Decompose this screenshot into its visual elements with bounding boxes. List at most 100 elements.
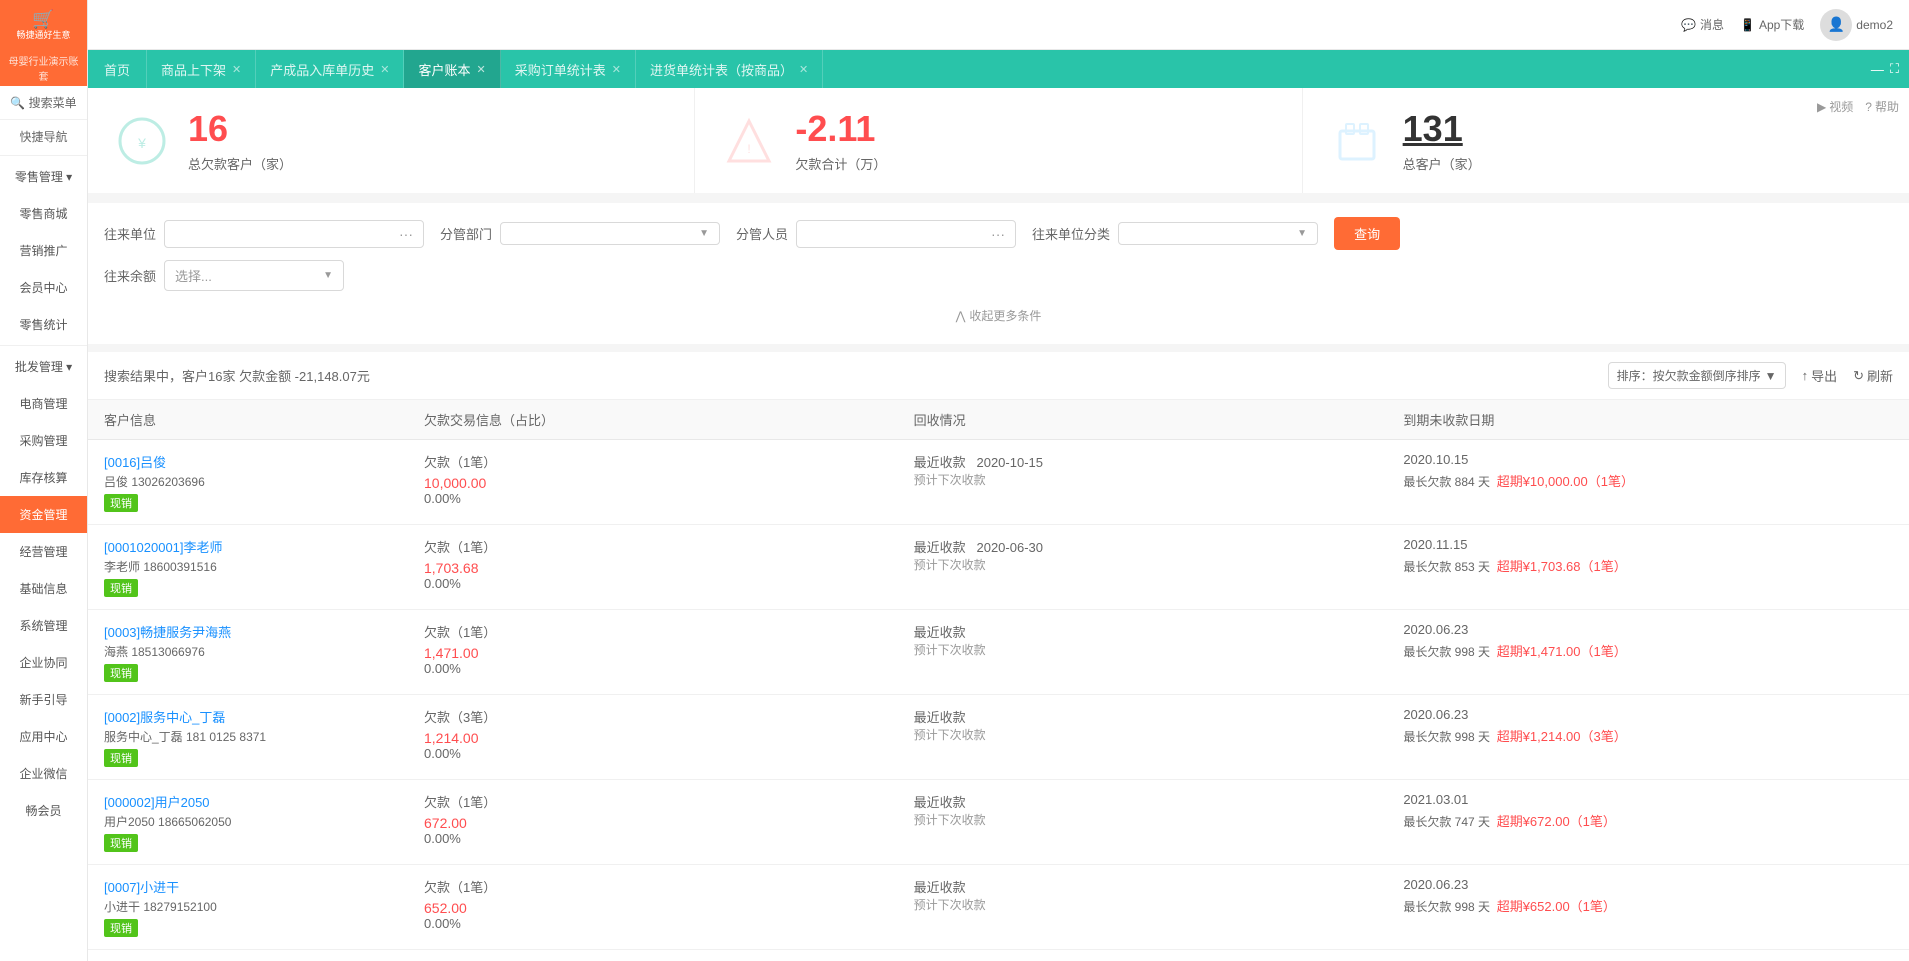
debt-amount-label: 欠款合计（万）: [795, 154, 1277, 173]
debt-amount-value: 10,000.00: [424, 475, 914, 491]
sidebar-item-system[interactable]: 系统管理: [0, 607, 87, 644]
tab-close-icon[interactable]: ✕: [477, 63, 486, 76]
view-video-btn[interactable]: ▶ 视频: [1817, 98, 1853, 115]
sidebar-item-member[interactable]: 会员中心: [0, 269, 87, 306]
total-customers-icon: [1327, 111, 1387, 171]
sidebar-item-purchase[interactable]: 采购管理: [0, 422, 87, 459]
sidebar-item-newbie[interactable]: 新手引导: [0, 681, 87, 718]
tab-purchase-order[interactable]: 采购订单统计表 ✕: [501, 50, 636, 88]
collapse-button[interactable]: ⋀ 收起更多条件: [104, 301, 1893, 330]
sidebar-item-retail-mgmt[interactable]: 零售管理 ▾: [0, 158, 87, 195]
sidebar-item-ops[interactable]: 经营管理: [0, 533, 87, 570]
col-header-return: 回收情况: [914, 410, 1404, 429]
result-actions: 排序：按欠款金额倒序排序 ▼ ↑ 导出 ↻ 刷新: [1608, 362, 1893, 389]
tab-home[interactable]: 首页: [88, 50, 147, 88]
overdue-detail-link[interactable]: 超期¥1,214.00（3笔）: [1497, 729, 1627, 744]
debt-customers-count: 16: [188, 108, 670, 150]
sidebar-item-batch-mgmt[interactable]: 批发管理 ▾: [0, 348, 87, 385]
unit-class-input[interactable]: ▼: [1118, 222, 1318, 245]
tab-customer-account[interactable]: 客户账本 ✕: [404, 50, 500, 88]
tab-minimize-icon[interactable]: —: [1871, 62, 1884, 77]
debt-info: 欠款（1笔） 672.00 0.00%: [424, 792, 914, 846]
debt-customers-icon: ¥: [112, 111, 172, 171]
debt-amount-value: 652.00: [424, 900, 914, 916]
refresh-button[interactable]: ↻ 刷新: [1853, 366, 1893, 385]
sidebar-item-ecommerce[interactable]: 电商管理: [0, 385, 87, 422]
debt-amount-value: 1,703.68: [424, 560, 914, 576]
search-icon: 🔍: [10, 96, 25, 110]
staff-input[interactable]: ···: [796, 220, 1016, 248]
debt-amount-value: -2.11: [795, 108, 1277, 150]
unit-class-dropdown-icon: ▼: [1297, 228, 1307, 239]
tab-close-icon[interactable]: ✕: [232, 63, 241, 76]
tab-home-label: 首页: [104, 60, 130, 79]
overdue-detail-link[interactable]: 超期¥672.00（1笔）: [1497, 814, 1616, 829]
customer-name-link[interactable]: [0016]吕俊: [104, 452, 424, 471]
overdue-detail-link[interactable]: 超期¥1,471.00（1笔）: [1497, 644, 1627, 659]
search-menu[interactable]: 🔍 搜索菜单: [0, 86, 87, 120]
user-avatar[interactable]: 👤 demo2: [1820, 9, 1893, 41]
overdue-detail-link[interactable]: 超期¥1,703.68（1笔）: [1497, 559, 1627, 574]
return-info: 最近收款 预计下次收款: [914, 877, 1404, 913]
due-date-info: 2020.06.23 最长欠款 998 天 超期¥1,471.00（1笔）: [1403, 622, 1893, 660]
debt-info: 欠款（1笔） 1,471.00 0.00%: [424, 622, 914, 676]
overdue-detail-link[interactable]: 超期¥10,000.00（1笔）: [1497, 474, 1634, 489]
sidebar-item-marketing[interactable]: 营销推广: [0, 232, 87, 269]
tab-purchase-stats[interactable]: 进货单统计表（按商品） ✕: [636, 50, 823, 88]
sidebar-item-app-center[interactable]: 应用中心: [0, 718, 87, 755]
help-btn[interactable]: ? 帮助: [1865, 98, 1899, 115]
sidebar-item-label: 库存核算: [19, 471, 67, 485]
tab-product-status[interactable]: 商品上下架 ✕: [147, 50, 256, 88]
sidebar-item-label: 系统管理: [19, 619, 67, 633]
from-unit-input[interactable]: ···: [164, 220, 424, 248]
tab-bar: 首页 商品上下架 ✕ 产成品入库单历史 ✕ 客户账本 ✕ 采购订单统计表 ✕ 进…: [88, 50, 1909, 88]
sidebar-item-retail-mall[interactable]: 零售商城: [0, 195, 87, 232]
sidebar-item-corp-wechat[interactable]: 企业微信: [0, 755, 87, 792]
customer-name-link[interactable]: [0003]畅捷服务尹海燕: [104, 622, 424, 641]
tab-close-icon[interactable]: ✕: [799, 63, 808, 76]
customer-name-link[interactable]: [0007]小进干: [104, 877, 424, 896]
sidebar-item-inventory[interactable]: 库存核算: [0, 459, 87, 496]
customer-name-link[interactable]: [0001020001]李老师: [104, 537, 424, 556]
tab-product-history[interactable]: 产成品入库单历史 ✕: [256, 50, 404, 88]
dept-input[interactable]: ▼: [500, 222, 720, 245]
debt-info: 欠款（1笔） 652.00 0.00%: [424, 877, 914, 931]
customer-info: [000002]用户2050 用户2050 18665062050 现销: [104, 792, 424, 852]
table-row: [0006]去下粮仓 陈小希 现销 欠款（1笔） 455.90 0.00% 最近…: [88, 950, 1909, 961]
customer-info: [0007]小进干 小进干 18279152100 现销: [104, 877, 424, 937]
search-button[interactable]: 查询: [1334, 217, 1400, 250]
sidebar-item-label: 电商管理: [19, 397, 67, 411]
topbar: 💬 消息 📱 App下载 👤 demo2: [88, 0, 1909, 50]
stat-total-customers: 131 总客户（家） ▶ 视频 ? 帮助: [1303, 88, 1909, 193]
sidebar-item-label: 企业微信: [19, 767, 67, 781]
customer-phone: 李老师 18600391516: [104, 558, 424, 575]
sidebar-item-basic-info[interactable]: 基础信息: [0, 570, 87, 607]
due-date-info: 2021.03.01 最长欠款 747 天 超期¥672.00（1笔）: [1403, 792, 1893, 830]
tab-maximize-icon[interactable]: ⛶: [1890, 61, 1899, 77]
sidebar-item-retail-stats[interactable]: 零售统计: [0, 306, 87, 343]
sidebar-item-corp-collab[interactable]: 企业协同: [0, 644, 87, 681]
customer-phone: 小进干 18279152100: [104, 898, 424, 915]
quick-nav[interactable]: 快捷导航: [0, 120, 87, 153]
from-unit-label: 往来单位: [104, 224, 156, 243]
total-customers-label: 总客户（家）: [1403, 154, 1885, 173]
tab-label: 产成品入库单历史: [270, 60, 374, 79]
overdue-detail-link[interactable]: 超期¥652.00（1笔）: [1497, 899, 1616, 914]
tab-close-icon[interactable]: ✕: [612, 63, 621, 76]
sidebar-item-vip[interactable]: 畅会员: [0, 792, 87, 829]
export-button[interactable]: ↑ 导出: [1802, 366, 1838, 385]
message-icon[interactable]: 💬 消息: [1681, 16, 1724, 33]
customer-tag: 现销: [104, 664, 138, 682]
tab-close-icon[interactable]: ✕: [380, 63, 389, 76]
sidebar-item-label: 经营管理: [19, 545, 67, 559]
balance-select[interactable]: 选择... ▼: [164, 260, 344, 291]
customer-name-link[interactable]: [000002]用户2050: [104, 792, 424, 811]
export-icon: ↑: [1802, 368, 1809, 383]
sidebar-item-finance[interactable]: 资金管理: [0, 496, 87, 533]
customer-tag: 现销: [104, 834, 138, 852]
customer-name-link[interactable]: [0002]服务中心_丁磊: [104, 707, 424, 726]
due-date-info: 2020.06.23 最长欠款 998 天 超期¥652.00（1笔）: [1403, 877, 1893, 915]
sidebar-item-label: 会员中心: [19, 281, 67, 295]
app-download-icon[interactable]: 📱 App下载: [1740, 16, 1804, 33]
sort-select[interactable]: 排序：按欠款金额倒序排序 ▼: [1608, 362, 1786, 389]
